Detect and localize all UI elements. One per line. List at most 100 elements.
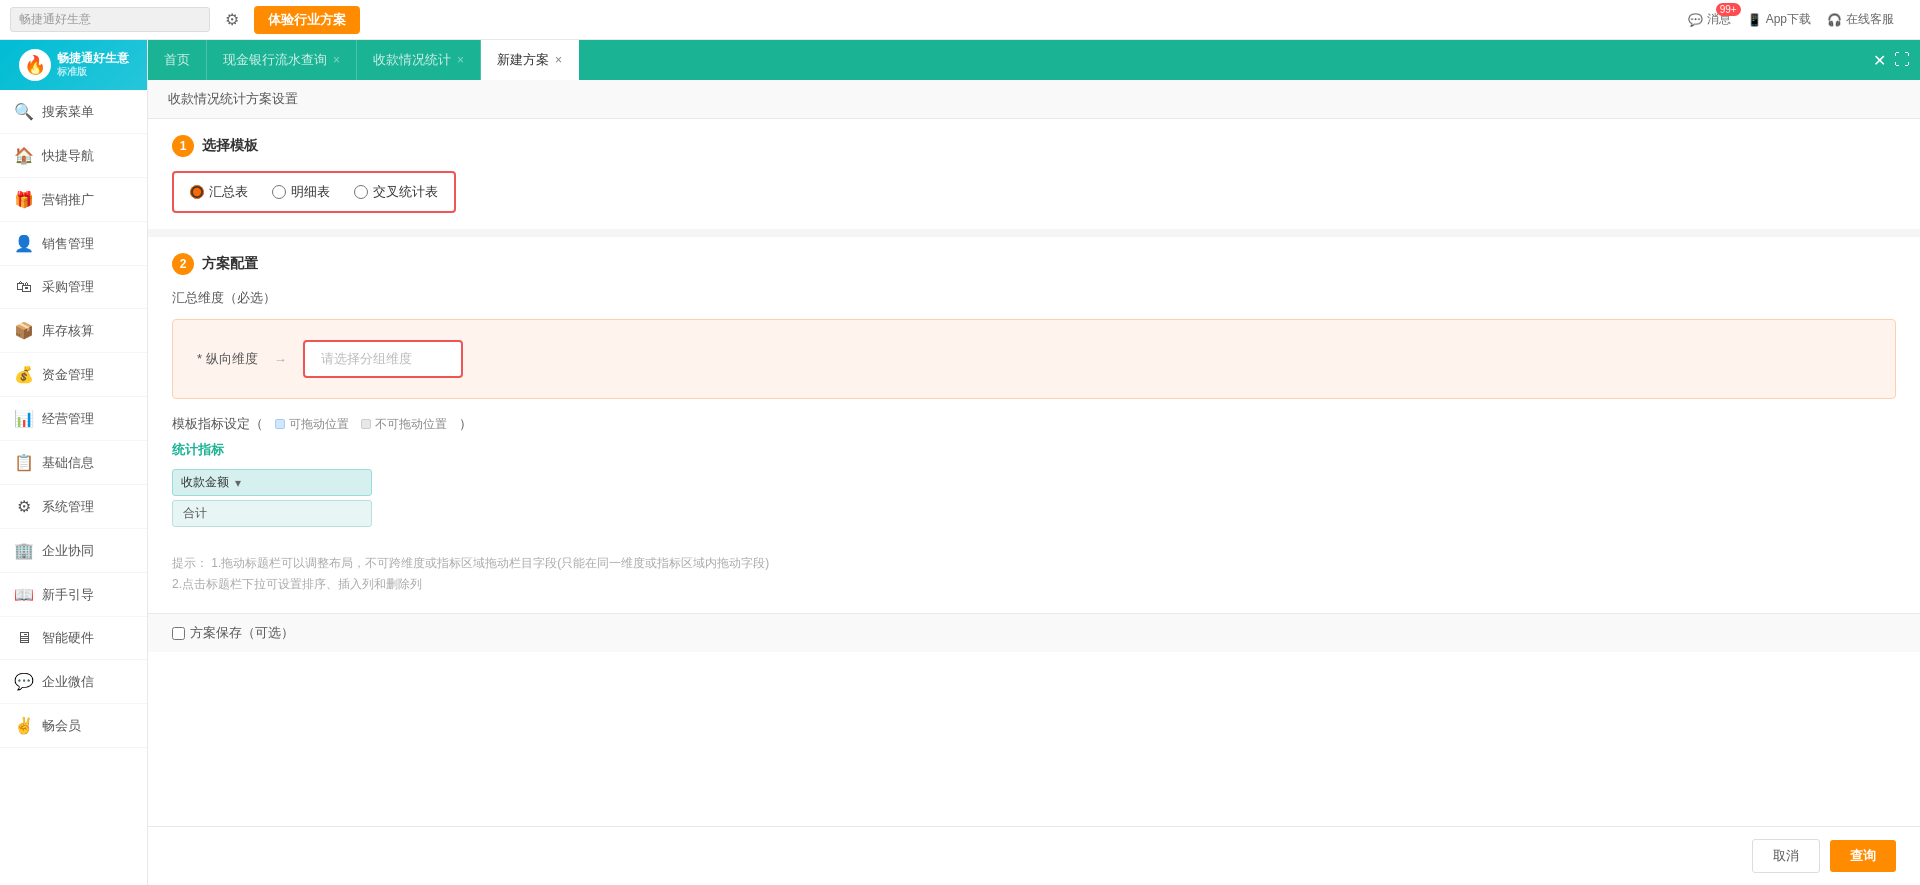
sidebar-item-operation[interactable]: 📊 经营管理 <box>0 397 147 441</box>
tab-bank-flow-label: 现金银行流水查询 <box>223 51 327 69</box>
breadcrumb: 收款情况统计方案设置 <box>148 80 1920 119</box>
tab-collection-stats-close[interactable]: × <box>457 53 464 67</box>
query-button[interactable]: 查询 <box>1830 840 1896 872</box>
sidebar-label-enterprise: 企业协同 <box>42 542 94 560</box>
sidebar-item-hardware[interactable]: 🖥 智能硬件 <box>0 617 147 660</box>
radio-detail[interactable]: 明细表 <box>272 183 330 201</box>
sidebar-label-purchase: 采购管理 <box>42 278 94 296</box>
sidebar-item-inventory[interactable]: 📦 库存核算 <box>0 309 147 353</box>
no-draggable-label: 不可拖动位置 <box>375 416 447 433</box>
messages-badge: 99+ <box>1716 3 1741 16</box>
support-item[interactable]: 🎧 在线客服 <box>1827 11 1894 28</box>
radio-summary[interactable]: 汇总表 <box>190 183 248 201</box>
save-checkbox[interactable] <box>172 627 185 640</box>
gear-icon: ⚙ <box>14 497 34 516</box>
sidebar-item-wechat[interactable]: 💬 企业微信 <box>0 660 147 704</box>
headset-icon: 🎧 <box>1827 13 1842 27</box>
book-icon: 📖 <box>14 585 34 604</box>
content-area: 首页 现金银行流水查询 × 收款情况统计 × 新建方案 × ✕ ⛶ <box>148 40 1920 885</box>
bottom-bar: 方案保存（可选） <box>148 613 1920 652</box>
download-item[interactable]: 📱 App下载 <box>1747 11 1811 28</box>
sidebar-item-member[interactable]: ✌ 畅会员 <box>0 704 147 748</box>
top-bar-right: 💬 消息 99+ 📱 App下载 🎧 在线客服 <box>1688 11 1910 28</box>
chart-icon: 📊 <box>14 409 34 428</box>
sidebar-label-base: 基础信息 <box>42 454 94 472</box>
trial-button[interactable]: 体验行业方案 <box>254 6 360 34</box>
tab-home-label: 首页 <box>164 51 190 69</box>
sidebar-label-wechat: 企业微信 <box>42 673 94 691</box>
indicator-tag-collection[interactable]: 收款金额 ▾ <box>172 469 372 496</box>
vertical-dimension-label: * 纵向维度 <box>197 350 258 368</box>
indicator-tag-label: 收款金额 <box>181 474 229 491</box>
radio-summary-input[interactable] <box>190 185 204 199</box>
messages-item[interactable]: 💬 消息 99+ <box>1688 11 1731 28</box>
section-config: 2 方案配置 汇总维度（必选） * 纵向维度 → 请选择分组维度 <box>148 237 1920 543</box>
draggable-hint: 可拖动位置 <box>275 416 349 433</box>
radio-summary-label: 汇总表 <box>209 183 248 201</box>
sidebar-label-guide: 新手引导 <box>42 586 94 604</box>
indicators-title: 模板指标设定（ <box>172 415 263 433</box>
section-title-config: 2 方案配置 <box>172 253 1896 275</box>
logo-icon: 🔥 <box>19 49 51 81</box>
chevron-down-icon: ▾ <box>235 476 241 490</box>
tab-new-plan-close[interactable]: × <box>555 53 562 67</box>
tab-close-window-button[interactable]: ✕ <box>1873 51 1886 70</box>
radio-cross-label: 交叉统计表 <box>373 183 438 201</box>
radio-detail-input[interactable] <box>272 185 286 199</box>
sidebar-item-sales[interactable]: 👤 销售管理 <box>0 222 147 266</box>
drag-dot-icon <box>275 419 285 429</box>
sidebar-label-member: 畅会员 <box>42 717 81 735</box>
building-icon: 🏢 <box>14 541 34 560</box>
tab-home[interactable]: 首页 <box>148 40 207 80</box>
sidebar-item-purchase[interactable]: 🛍 采购管理 <box>0 266 147 309</box>
tab-bank-flow-close[interactable]: × <box>333 53 340 67</box>
download-icon: 📱 <box>1747 13 1762 27</box>
gift-icon: 🎁 <box>14 190 34 209</box>
tab-maximize-button[interactable]: ⛶ <box>1894 51 1910 69</box>
sidebar-item-marketing[interactable]: 🎁 营销推广 <box>0 178 147 222</box>
monitor-icon: 🖥 <box>14 629 34 647</box>
section-divider-1 <box>148 229 1920 237</box>
home-icon: 🏠 <box>14 146 34 165</box>
chat-icon: 💬 <box>14 672 34 691</box>
dim-arrow-icon: → <box>274 352 287 367</box>
sidebar-item-quick-nav[interactable]: 🏠 快捷导航 <box>0 134 147 178</box>
sidebar-item-system[interactable]: ⚙ 系统管理 <box>0 485 147 529</box>
dimension-label: 汇总维度（必选） <box>172 289 1896 307</box>
logo-text: 畅捷通好生意 标准版 <box>57 51 129 79</box>
sidebar-item-search[interactable]: 🔍 搜索菜单 <box>0 90 147 134</box>
tip-1: 提示： 1.拖动标题栏可以调整布局，不可跨维度或指标区域拖动栏目字段(只能在同一… <box>172 555 1896 572</box>
tab-bank-flow[interactable]: 现金银行流水查询 × <box>207 40 357 80</box>
member-icon: ✌ <box>14 716 34 735</box>
cancel-button[interactable]: 取消 <box>1752 839 1820 873</box>
sidebar-label-quick-nav: 快捷导航 <box>42 147 94 165</box>
sidebar-label-system: 系统管理 <box>42 498 94 516</box>
section-template: 1 选择模板 汇总表 明细表 <box>148 119 1920 229</box>
section-title-template: 1 选择模板 <box>172 135 1896 157</box>
bag-icon: 🛍 <box>14 278 34 296</box>
save-label[interactable]: 方案保存（可选） <box>172 624 294 642</box>
box-icon: 📦 <box>14 321 34 340</box>
sidebar-label-inventory: 库存核算 <box>42 322 94 340</box>
tips-section: 提示： 1.拖动标题栏可以调整布局，不可跨维度或指标区域拖动栏目字段(只能在同一… <box>148 543 1920 613</box>
settings-button[interactable]: ⚙ <box>218 6 246 34</box>
tab-collection-stats[interactable]: 收款情况统计 × <box>357 40 481 80</box>
tab-new-plan[interactable]: 新建方案 × <box>481 40 579 80</box>
sidebar-item-enterprise[interactable]: 🏢 企业协同 <box>0 529 147 573</box>
message-icon: 💬 <box>1688 13 1703 27</box>
dimension-select[interactable]: 请选择分组维度 <box>303 340 463 378</box>
sidebar-label-marketing: 营销推广 <box>42 191 94 209</box>
radio-cross-input[interactable] <box>354 185 368 199</box>
sidebar-item-base[interactable]: 📋 基础信息 <box>0 441 147 485</box>
address-bar: 畅捷通好生意 <box>10 7 210 32</box>
sidebar-item-guide[interactable]: 📖 新手引导 <box>0 573 147 617</box>
sidebar-logo: 🔥 畅捷通好生意 标准版 <box>0 40 147 90</box>
dimension-area: * 纵向维度 → 请选择分组维度 <box>172 319 1896 399</box>
hint-close-paren: ） <box>459 415 472 433</box>
sidebar-item-capital[interactable]: 💰 资金管理 <box>0 353 147 397</box>
radio-cross[interactable]: 交叉统计表 <box>354 183 438 201</box>
save-text: 方案保存（可选） <box>190 624 294 642</box>
draggable-label: 可拖动位置 <box>289 416 349 433</box>
radio-detail-label: 明细表 <box>291 183 330 201</box>
clipboard-icon: 📋 <box>14 453 34 472</box>
